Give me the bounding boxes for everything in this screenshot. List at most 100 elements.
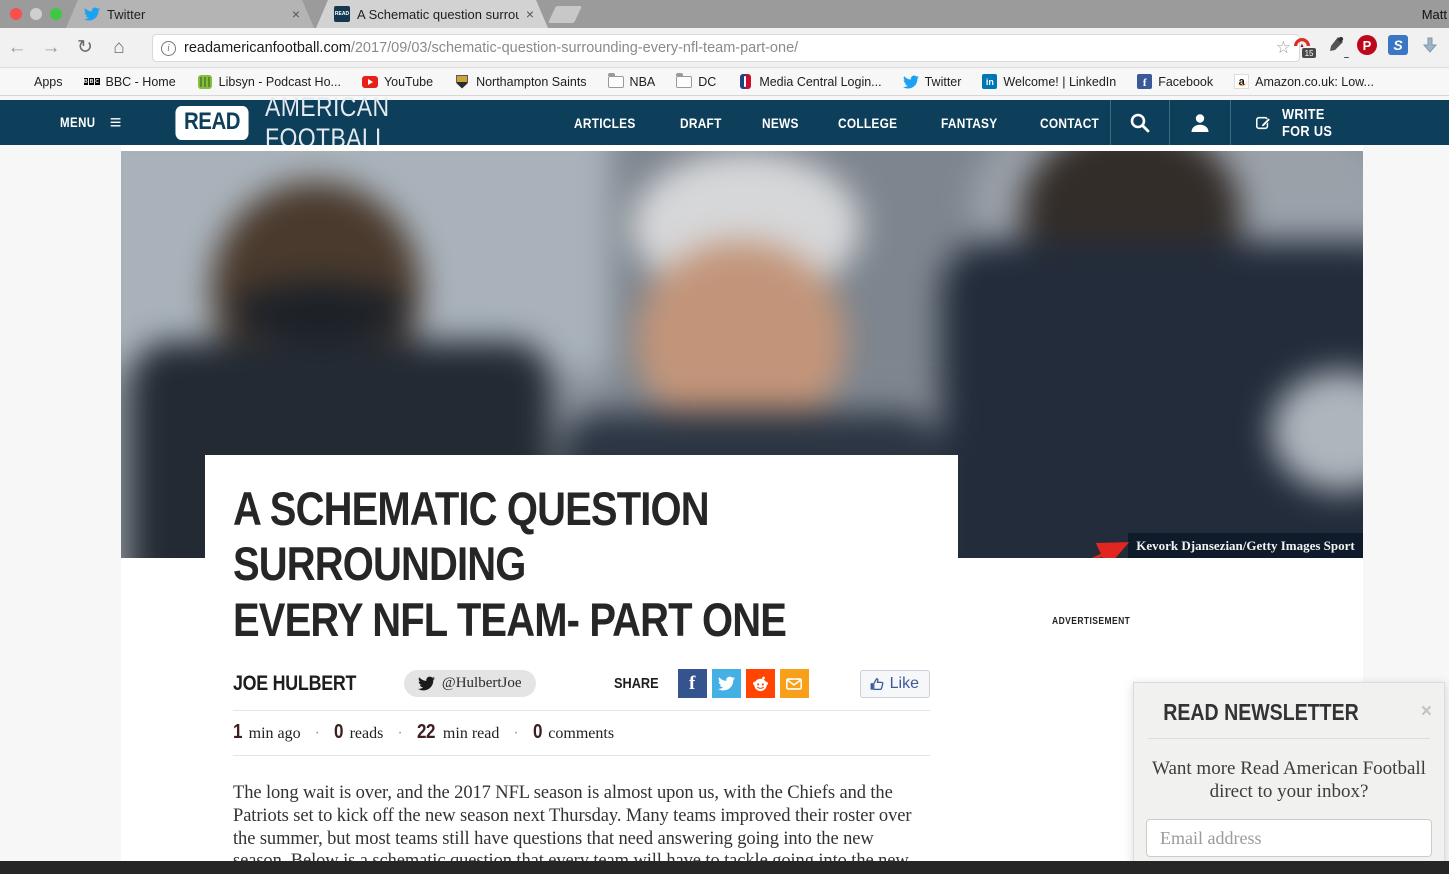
amazon-icon: a xyxy=(1234,74,1250,89)
newsletter-title: READ NEWSLETTER xyxy=(1163,699,1359,725)
newsletter-email-input[interactable] xyxy=(1146,819,1432,857)
reddit-icon xyxy=(752,677,768,692)
author-name[interactable]: JOE HULBERT xyxy=(233,672,356,696)
bookmark-youtube[interactable]: YouTube xyxy=(361,74,433,90)
nav-fantasy[interactable]: FANTASY xyxy=(941,115,997,131)
reload-icon[interactable]: ↻ xyxy=(68,36,102,59)
article-meta-row: 1 min ago · 0 reads · 22 min read · 0 commen… xyxy=(233,711,930,757)
stats-gauge-extension-icon[interactable]: 15 xyxy=(1291,34,1316,58)
share-facebook-button[interactable]: f xyxy=(677,669,707,699)
tab-close-icon[interactable]: × xyxy=(526,6,534,22)
like-label: Like xyxy=(889,674,919,692)
libsyn-icon xyxy=(197,74,213,90)
eyedropper-extension-icon[interactable] xyxy=(1324,34,1349,58)
twitter-icon xyxy=(902,75,919,88)
advertisement-label: ADVERTISEMENT xyxy=(1052,616,1131,627)
bookmark-media-central[interactable]: Media Central Login... xyxy=(737,74,882,90)
browser-tab-bar: Twitter × READ A Schematic question surr… xyxy=(0,0,1449,28)
bookmark-amazon[interactable]: a Amazon.co.uk: Low... xyxy=(1234,74,1374,89)
search-icon xyxy=(1130,113,1150,132)
meta-separator: · xyxy=(513,723,519,741)
author-twitter-handle[interactable]: @HulbertJoe xyxy=(403,670,536,698)
facebook-like-button[interactable]: Like xyxy=(859,669,930,698)
share-reddit-button[interactable] xyxy=(745,669,775,699)
user-icon xyxy=(1191,113,1209,132)
search-button[interactable] xyxy=(1109,100,1169,145)
tab-twitter[interactable]: Twitter × xyxy=(66,0,314,28)
bbc-icon: BBC xyxy=(83,78,100,85)
logo-badge: READ xyxy=(175,105,249,140)
crest-icon xyxy=(454,74,470,90)
article-title: A SCHEMATIC QUESTION SURROUNDING EVERY N… xyxy=(233,482,787,646)
folder-icon xyxy=(607,72,624,90)
window-minimize-button[interactable] xyxy=(30,8,42,20)
bookmark-star-icon[interactable]: ☆ xyxy=(1276,38,1291,58)
chrome-profile-name[interactable]: Matt xyxy=(1422,7,1449,22)
read-favicon-icon: READ xyxy=(334,6,350,22)
meta-time: 1 min ago xyxy=(233,721,301,744)
share-twitter-button[interactable] xyxy=(711,669,741,699)
facebook-icon: f xyxy=(1137,74,1153,89)
nav-articles[interactable]: ARTICLES xyxy=(574,115,636,131)
share-label: SHARE xyxy=(614,675,659,693)
window-zoom-button[interactable] xyxy=(50,8,62,20)
page-info-icon[interactable]: i xyxy=(161,40,176,56)
compose-icon xyxy=(1255,116,1271,129)
bookmark-apps[interactable]: Apps xyxy=(12,74,63,90)
address-bar[interactable]: i readamericanfootball.com /2017/09/03/s… xyxy=(152,34,1300,62)
twitter-icon xyxy=(84,6,100,22)
forward-icon[interactable]: → xyxy=(34,37,68,59)
facebook-icon: f xyxy=(688,672,696,694)
bookmark-bbc[interactable]: BBC BBC - Home xyxy=(83,74,176,90)
back-icon[interactable]: ← xyxy=(0,37,34,59)
bookmark-twitter[interactable]: Twitter xyxy=(902,74,961,90)
newsletter-divider xyxy=(1148,738,1430,739)
home-icon[interactable]: ⌂ xyxy=(102,37,136,59)
nba-logo-icon xyxy=(737,74,753,90)
folder-icon xyxy=(676,72,693,90)
bookmark-northampton-saints[interactable]: Northampton Saints xyxy=(454,74,587,90)
hamburger-icon: ≡ xyxy=(109,111,122,134)
tab-title: Twitter xyxy=(107,6,146,22)
extension-badge xyxy=(1344,57,1349,58)
tab-close-icon[interactable]: × xyxy=(292,6,300,22)
author-row: JOE HULBERT @HulbertJoe SHARE f Like xyxy=(233,669,930,712)
url-domain: readamericanfootball.com xyxy=(184,40,351,56)
twitter-icon xyxy=(717,676,735,691)
meta-reads: 0 reads xyxy=(333,721,384,744)
meta-separator: · xyxy=(314,723,320,741)
write-for-us-button[interactable]: WRITE FOR US xyxy=(1229,100,1387,145)
photo-credit: Kevork Djansezian/Getty Images Sport xyxy=(1136,538,1355,553)
main-nav: ARTICLES DRAFT NEWS COLLEGE FANTASY CONT… xyxy=(574,115,1109,131)
extension-icons: 15 P S xyxy=(1291,34,1441,58)
bookmark-folder-nba[interactable]: NBA xyxy=(607,72,655,90)
tab-article-active[interactable]: READ A Schematic question surroun × xyxy=(316,0,548,28)
pinterest-extension-icon[interactable]: P xyxy=(1357,35,1377,55)
meta-read-time: 22 min read xyxy=(416,721,500,744)
share-email-button[interactable] xyxy=(779,669,809,699)
nav-college[interactable]: COLLEGE xyxy=(838,115,897,131)
new-tab-button[interactable] xyxy=(548,6,582,23)
bookmark-folder-dc[interactable]: DC xyxy=(676,72,716,90)
download-arrow-extension-icon[interactable] xyxy=(1419,34,1441,56)
account-button[interactable] xyxy=(1168,100,1230,145)
screen: Twitter × READ A Schematic question surr… xyxy=(0,0,1449,874)
url-path: /2017/09/03/schematic-question-surroundi… xyxy=(350,40,799,56)
twitter-icon xyxy=(417,676,435,691)
envelope-icon xyxy=(786,678,803,690)
share-extension-icon[interactable]: S xyxy=(1388,35,1408,55)
bookmark-linkedin[interactable]: in Welcome! | LinkedIn xyxy=(982,74,1116,89)
window-close-button[interactable] xyxy=(10,8,22,20)
nav-draft[interactable]: DRAFT xyxy=(680,115,722,131)
nav-news[interactable]: NEWS xyxy=(762,115,799,131)
newsletter-close-icon[interactable]: × xyxy=(1421,701,1432,723)
nav-contact[interactable]: CONTACT xyxy=(1040,115,1099,131)
bookmark-facebook[interactable]: f Facebook xyxy=(1137,74,1213,89)
bookmark-libsyn[interactable]: Libsyn - Podcast Ho... xyxy=(197,74,341,90)
share-buttons: SHARE f Like xyxy=(614,669,930,699)
menu-button[interactable]: MENU ≡ xyxy=(60,113,121,133)
menu-label: MENU xyxy=(60,115,96,130)
youtube-icon xyxy=(361,74,378,90)
meta-comments: 0 comments xyxy=(532,721,615,744)
header-actions: WRITE FOR US xyxy=(1109,100,1449,145)
